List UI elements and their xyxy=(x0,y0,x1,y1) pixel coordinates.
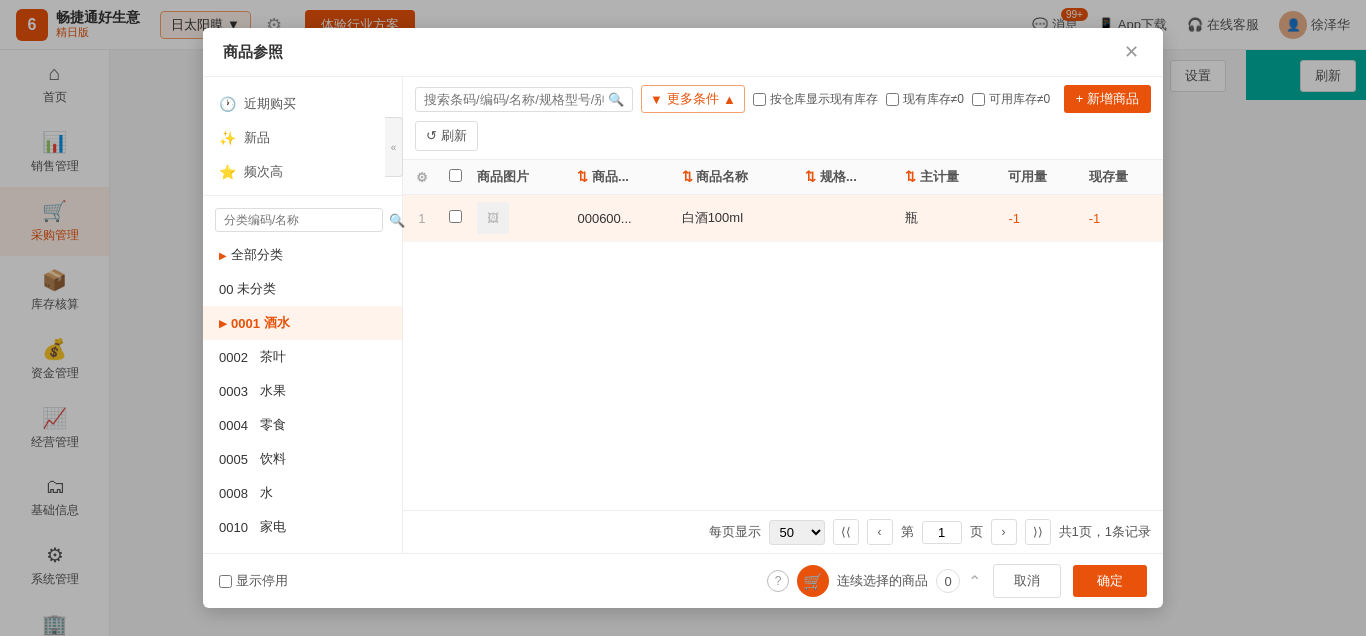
category-search-wrap: 🔍 xyxy=(203,202,402,238)
sort-icon-spec: ⇅ xyxy=(805,169,816,184)
modal-toolbar: 🔍 ▼ 更多条件 ▲ 按仓库显示现有库存 现有库存≠0 xyxy=(403,77,1163,160)
star-icon: ⭐ xyxy=(219,164,236,180)
modal-right-panel: 🔍 ▼ 更多条件 ▲ 按仓库显示现有库存 现有库存≠0 xyxy=(403,77,1163,553)
nonzero-stock-checkbox[interactable] xyxy=(886,93,899,106)
cat-0010[interactable]: 0010 家电 xyxy=(203,510,402,543)
row-name-cell: 白酒100ml xyxy=(676,195,800,242)
last-page-button[interactable]: ⟩⟩ xyxy=(1025,519,1051,545)
chevron-up-icon: ▲ xyxy=(723,92,736,107)
quick-recent[interactable]: 🕐 近期购买 xyxy=(203,87,402,121)
more-filter-button[interactable]: ▼ 更多条件 ▲ xyxy=(641,85,745,113)
modal-left-panel: 🕐 近期购买 ✨ 新品 ⭐ 频次高 🔍 ▶ xyxy=(203,77,403,553)
first-page-button[interactable]: ⟨⟨ xyxy=(833,519,859,545)
refresh-table-button[interactable]: ↺ 刷新 xyxy=(415,121,478,151)
filter-icon: ▼ xyxy=(650,92,663,107)
product-table: ⚙ 商品图片 ⇅ 商品... xyxy=(403,160,1163,242)
show-disabled-filter[interactable]: 显示停用 xyxy=(219,572,288,590)
category-search-input[interactable] xyxy=(215,208,383,232)
next-page-button[interactable]: › xyxy=(991,519,1017,545)
select-all-checkbox[interactable] xyxy=(449,169,462,182)
cart-area: ? 🛒 连续选择的商品 0 ⌃ xyxy=(767,565,981,597)
chevron-left-icon: « xyxy=(391,142,397,153)
product-search-wrap: 🔍 xyxy=(415,87,633,112)
row-available-cell: -1 xyxy=(1002,195,1082,242)
col-stock-header: 现存量 xyxy=(1083,160,1163,195)
cat-0001[interactable]: ▶ 0001 酒水 xyxy=(203,306,402,340)
cat-0004[interactable]: 0004 零食 xyxy=(203,408,402,442)
modal-body: 🕐 近期购买 ✨ 新品 ⭐ 频次高 🔍 ▶ xyxy=(203,77,1163,553)
nonzero-stock-filter[interactable]: 现有库存≠0 xyxy=(886,91,964,108)
col-available-header: 可用量 xyxy=(1002,160,1082,195)
cat-all[interactable]: ▶ 全部分类 xyxy=(203,238,402,272)
page-size-select[interactable]: 50 10 20 100 xyxy=(769,520,825,545)
modal-footer: 显示停用 ? 🛒 连续选择的商品 0 ⌃ 取消 确定 xyxy=(203,553,1163,608)
cat-search-icon[interactable]: 🔍 xyxy=(389,213,405,228)
product-search-input[interactable] xyxy=(424,92,604,107)
modal-overlay: 商品参照 ✕ 🕐 近期购买 ✨ 新品 ⭐ 频次高 xyxy=(0,0,1366,636)
new-icon: ✨ xyxy=(219,130,236,146)
cat-0002[interactable]: 0002 茶叶 xyxy=(203,340,402,374)
table-header-row: ⚙ 商品图片 ⇅ 商品... xyxy=(403,160,1163,195)
search-icon[interactable]: 🔍 xyxy=(608,92,624,107)
sort-icon-name: ⇅ xyxy=(682,169,693,184)
cat-arrow-icon: ▶ xyxy=(219,250,227,261)
available-nonzero-filter[interactable]: 可用库存≠0 xyxy=(972,91,1050,108)
available-nonzero-checkbox[interactable] xyxy=(972,93,985,106)
cat-0008[interactable]: 0008 水 xyxy=(203,476,402,510)
sort-icon: ⇅ xyxy=(577,169,588,184)
product-image: 🖼 xyxy=(477,202,509,234)
divider xyxy=(203,195,402,196)
add-product-button[interactable]: + 新增商品 xyxy=(1064,85,1151,113)
col-code-header[interactable]: ⇅ 商品... xyxy=(571,160,675,195)
modal-title: 商品参照 xyxy=(223,43,283,62)
cat-arrow-active-icon: ▶ xyxy=(219,318,227,329)
quick-new[interactable]: ✨ 新品 xyxy=(203,121,402,155)
cat-0003[interactable]: 0003 水果 xyxy=(203,374,402,408)
row-spec-cell xyxy=(799,195,899,242)
row-settings: 1 xyxy=(403,195,441,242)
modal-header: 商品参照 ✕ xyxy=(203,28,1163,77)
cart-count: 0 xyxy=(936,569,960,593)
help-icon[interactable]: ? xyxy=(767,570,789,592)
cancel-button[interactable]: 取消 xyxy=(993,564,1061,598)
warehouse-stock-checkbox[interactable] xyxy=(753,93,766,106)
recent-icon: 🕐 xyxy=(219,96,236,112)
warehouse-stock-filter[interactable]: 按仓库显示现有库存 xyxy=(753,91,878,108)
category-list: ▶ 全部分类 00 未分类 ▶ 0001 酒水 0002 茶叶 xyxy=(203,238,402,543)
col-select-all xyxy=(441,160,471,195)
row-checkbox[interactable] xyxy=(449,210,462,223)
pagination: 每页显示 50 10 20 100 ⟨⟨ ‹ 第 页 › ⟩⟩ 共1页，1条记录 xyxy=(403,510,1163,553)
row-unit-cell: 瓶 xyxy=(899,195,1002,242)
col-settings: ⚙ xyxy=(403,160,441,195)
cart-collapse-icon[interactable]: ⌃ xyxy=(968,572,981,591)
col-unit-header[interactable]: ⇅ 主计量 xyxy=(899,160,1002,195)
show-disabled-checkbox[interactable] xyxy=(219,575,232,588)
row-checkbox-cell xyxy=(441,195,471,242)
table-row[interactable]: 1 🖼 000600... 白酒100ml 瓶 xyxy=(403,195,1163,242)
row-code-cell: 000600... xyxy=(571,195,675,242)
cat-00[interactable]: 00 未分类 xyxy=(203,272,402,306)
page-number-input[interactable] xyxy=(922,521,962,544)
sort-icon-unit: ⇅ xyxy=(905,169,916,184)
product-reference-modal: 商品参照 ✕ 🕐 近期购买 ✨ 新品 ⭐ 频次高 xyxy=(203,28,1163,608)
row-img-cell: 🖼 xyxy=(471,195,572,242)
cart-icon[interactable]: 🛒 xyxy=(797,565,829,597)
col-spec-header[interactable]: ⇅ 规格... xyxy=(799,160,899,195)
col-name-header[interactable]: ⇅ 商品名称 xyxy=(676,160,800,195)
cart-label: 连续选择的商品 xyxy=(837,572,928,590)
row-stock-cell: -1 xyxy=(1083,195,1163,242)
cat-0005[interactable]: 0005 饮料 xyxy=(203,442,402,476)
confirm-button[interactable]: 确定 xyxy=(1073,565,1147,597)
collapse-panel-button[interactable]: « xyxy=(385,117,403,177)
col-img-header: 商品图片 xyxy=(471,160,572,195)
product-table-wrap: ⚙ 商品图片 ⇅ 商品... xyxy=(403,160,1163,510)
quick-frequent[interactable]: ⭐ 频次高 xyxy=(203,155,402,189)
prev-page-button[interactable]: ‹ xyxy=(867,519,893,545)
close-icon[interactable]: ✕ xyxy=(1119,40,1143,64)
